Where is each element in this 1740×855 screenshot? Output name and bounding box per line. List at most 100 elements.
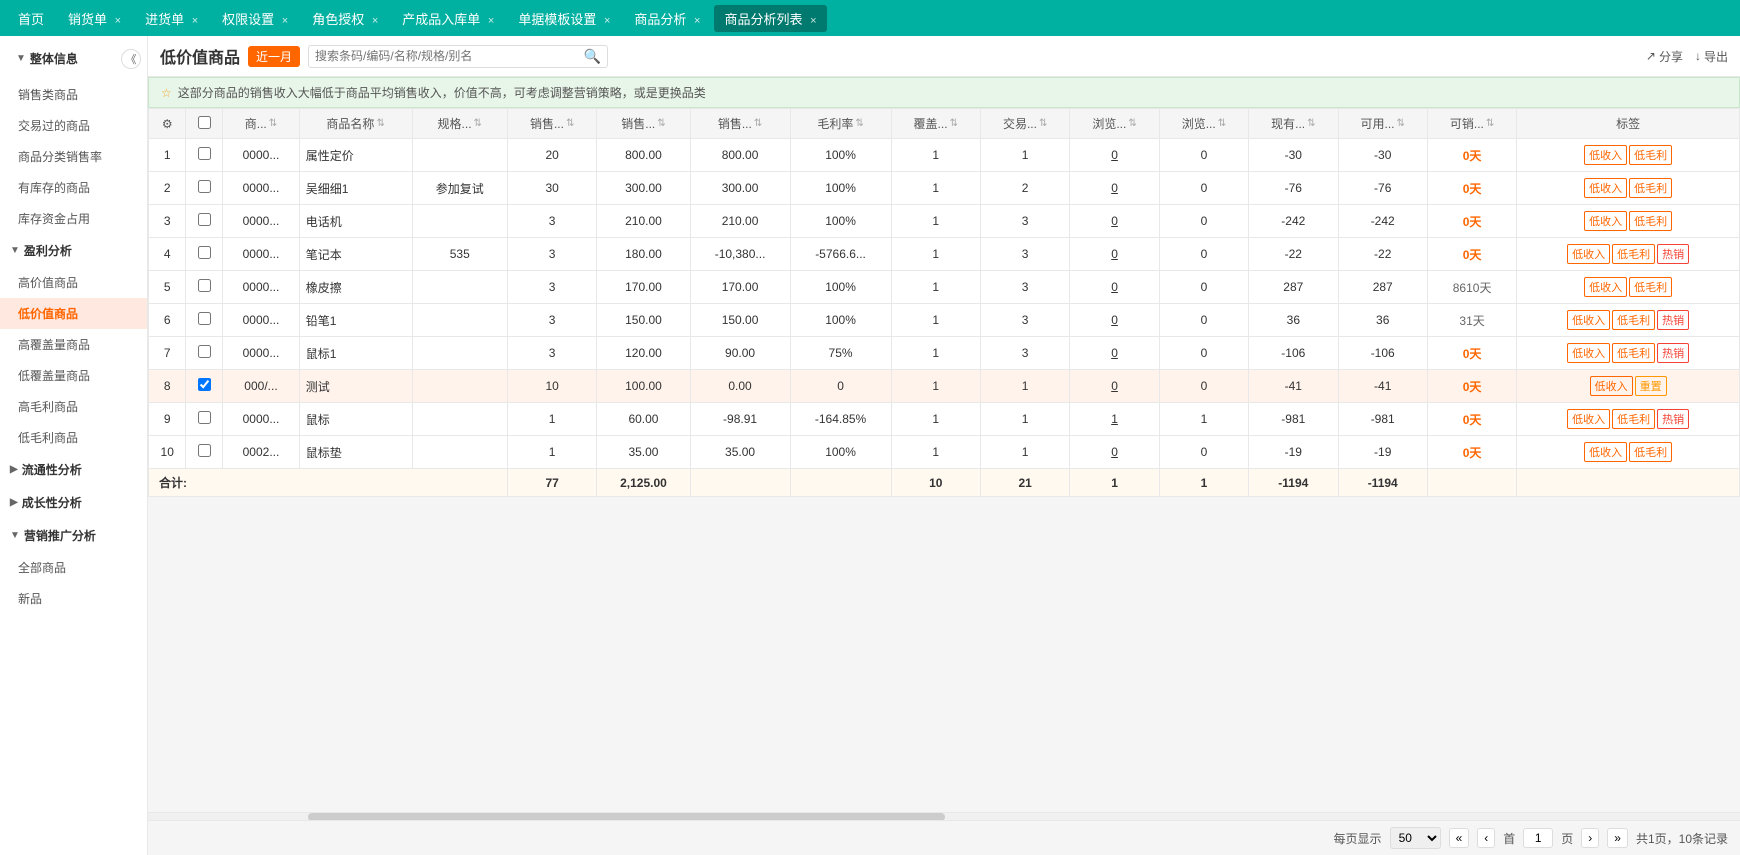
row-checkbox[interactable] [198,279,211,292]
sidebar-item-high-value[interactable]: 高价值商品 [0,267,147,298]
sort-icon-deal[interactable]: ⇅ [1039,118,1047,129]
browse-link[interactable]: 0 [1111,214,1118,228]
search-icon[interactable]: 🔍 [584,48,601,65]
col-checkbox[interactable] [186,109,223,139]
sort-icon-margin[interactable]: ⇅ [855,118,863,129]
select-all-checkbox[interactable] [198,116,211,129]
sort-icon-b2[interactable]: ⇅ [1218,118,1226,129]
row-browse1[interactable]: 0 [1070,271,1159,304]
row-checkbox-cell[interactable] [186,271,223,304]
col-code[interactable]: 商...⇅ [223,109,299,139]
browse-link[interactable]: 0 [1111,148,1118,162]
col-available[interactable]: 可用...⇅ [1338,109,1427,139]
horizontal-scrollbar[interactable] [148,812,1740,820]
row-browse1[interactable]: 1 [1070,403,1159,436]
last-page-btn[interactable]: » [1607,828,1628,848]
row-checkbox[interactable] [198,147,211,160]
sort-icon-cur[interactable]: ⇅ [1307,118,1315,129]
col-settings[interactable]: ⚙ [149,109,186,139]
row-checkbox[interactable] [198,312,211,325]
sort-icon-name[interactable]: ⇅ [376,118,384,129]
sort-icon-cover[interactable]: ⇅ [950,118,958,129]
row-browse1[interactable]: 0 [1070,370,1159,403]
col-sales2[interactable]: 销售...⇅ [597,109,690,139]
row-checkbox-cell[interactable] [186,139,223,172]
export-btn[interactable]: ↓ 导出 [1695,48,1728,65]
page-input[interactable] [1523,828,1553,848]
row-checkbox[interactable] [198,378,211,391]
col-spec[interactable]: 规格...⇅ [412,109,507,139]
sort-icon[interactable]: ⇅ [269,118,277,129]
sidebar-item-low-coverage[interactable]: 低覆盖量商品 [0,360,147,391]
sidebar-item-stock-capital[interactable]: 库存资金占用 [0,203,147,234]
browse-link[interactable]: 1 [1111,412,1118,426]
browse-link[interactable]: 0 [1111,379,1118,393]
row-checkbox-cell[interactable] [186,238,223,271]
sort-icon-s2[interactable]: ⇅ [657,118,665,129]
nav-analysis-list[interactable]: 商品分析列表 × [714,5,826,32]
sidebar-item-category-rate[interactable]: 商品分类销售率 [0,141,147,172]
share-btn[interactable]: ↗ 分享 [1646,48,1683,65]
sidebar-item-new-goods[interactable]: 新品 [0,583,147,614]
sidebar-collapse-btn[interactable]: 《 [121,49,141,69]
sidebar-group-profit[interactable]: ▼ 盈利分析 [0,234,147,267]
nav-role[interactable]: 角色授权 × [302,5,388,32]
sort-icon-s1[interactable]: ⇅ [566,118,574,129]
row-checkbox[interactable] [198,444,211,457]
nav-analysis[interactable]: 商品分析 × [624,5,710,32]
search-input[interactable] [315,49,584,63]
nav-template[interactable]: 单据模板设置 × [508,5,620,32]
sidebar-group-marketing[interactable]: ▼ 营销推广分析 [0,519,147,552]
first-page-btn[interactable]: « [1449,828,1470,848]
col-browse1[interactable]: 浏览...⇅ [1070,109,1159,139]
nav-product-warehouse[interactable]: 产成品入库单 × [392,5,504,32]
sidebar-item-traded-goods[interactable]: 交易过的商品 [0,110,147,141]
sidebar-group-flow[interactable]: ▶ 流通性分析 [0,453,147,486]
row-checkbox[interactable] [198,345,211,358]
row-browse1[interactable]: 0 [1070,172,1159,205]
prev-page-btn[interactable]: ‹ [1477,828,1495,848]
sidebar-item-stock-goods[interactable]: 有库存的商品 [0,172,147,203]
row-checkbox-cell[interactable] [186,436,223,469]
col-sales3[interactable]: 销售...⇅ [690,109,790,139]
sidebar-item-low-value[interactable]: 低价值商品 [0,298,147,329]
sort-icon-avail[interactable]: ⇅ [1397,118,1405,129]
sidebar-item-all-goods[interactable]: 全部商品 [0,552,147,583]
table-container[interactable]: ⚙ 商...⇅ 商品名称⇅ 规格...⇅ 销售...⇅ 销售...⇅ 销售...… [148,108,1740,812]
browse-link[interactable]: 0 [1111,346,1118,360]
sidebar-group-overall[interactable]: ▼ 整体信息 [6,42,121,75]
nav-permission[interactable]: 权限设置 × [212,5,298,32]
row-browse1[interactable]: 0 [1070,205,1159,238]
sidebar-group-growth[interactable]: ▶ 成长性分析 [0,486,147,519]
per-page-select[interactable]: 50 100 [1390,827,1441,849]
settings-icon[interactable]: ⚙ [162,117,173,131]
browse-link[interactable]: 0 [1111,247,1118,261]
row-browse1[interactable]: 0 [1070,304,1159,337]
row-checkbox[interactable] [198,246,211,259]
row-checkbox[interactable] [198,180,211,193]
filter-btn[interactable]: 近一月 [248,46,300,67]
nav-home[interactable]: 首页 [8,5,54,32]
col-sales1[interactable]: 销售...⇅ [507,109,596,139]
sidebar-item-sales-goods[interactable]: 销售类商品 [0,79,147,110]
col-browse2[interactable]: 浏览...⇅ [1159,109,1248,139]
sort-icon-spec[interactable]: ⇅ [474,118,482,129]
sidebar-item-high-margin[interactable]: 高毛利商品 [0,391,147,422]
col-deal[interactable]: 交易...⇅ [980,109,1069,139]
row-checkbox-cell[interactable] [186,370,223,403]
col-current[interactable]: 现有...⇅ [1249,109,1338,139]
row-browse1[interactable]: 0 [1070,337,1159,370]
row-browse1[interactable]: 0 [1070,238,1159,271]
row-checkbox-cell[interactable] [186,172,223,205]
row-checkbox-cell[interactable] [186,304,223,337]
sidebar-item-high-coverage[interactable]: 高覆盖量商品 [0,329,147,360]
next-page-btn[interactable]: › [1581,828,1599,848]
sort-icon-s3[interactable]: ⇅ [754,118,762,129]
col-sellable[interactable]: 可销...⇅ [1427,109,1516,139]
row-checkbox-cell[interactable] [186,205,223,238]
nav-purchase[interactable]: 进货单 × [135,5,208,32]
row-browse1[interactable]: 0 [1070,139,1159,172]
browse-link[interactable]: 0 [1111,181,1118,195]
browse-link[interactable]: 0 [1111,445,1118,459]
row-checkbox[interactable] [198,411,211,424]
